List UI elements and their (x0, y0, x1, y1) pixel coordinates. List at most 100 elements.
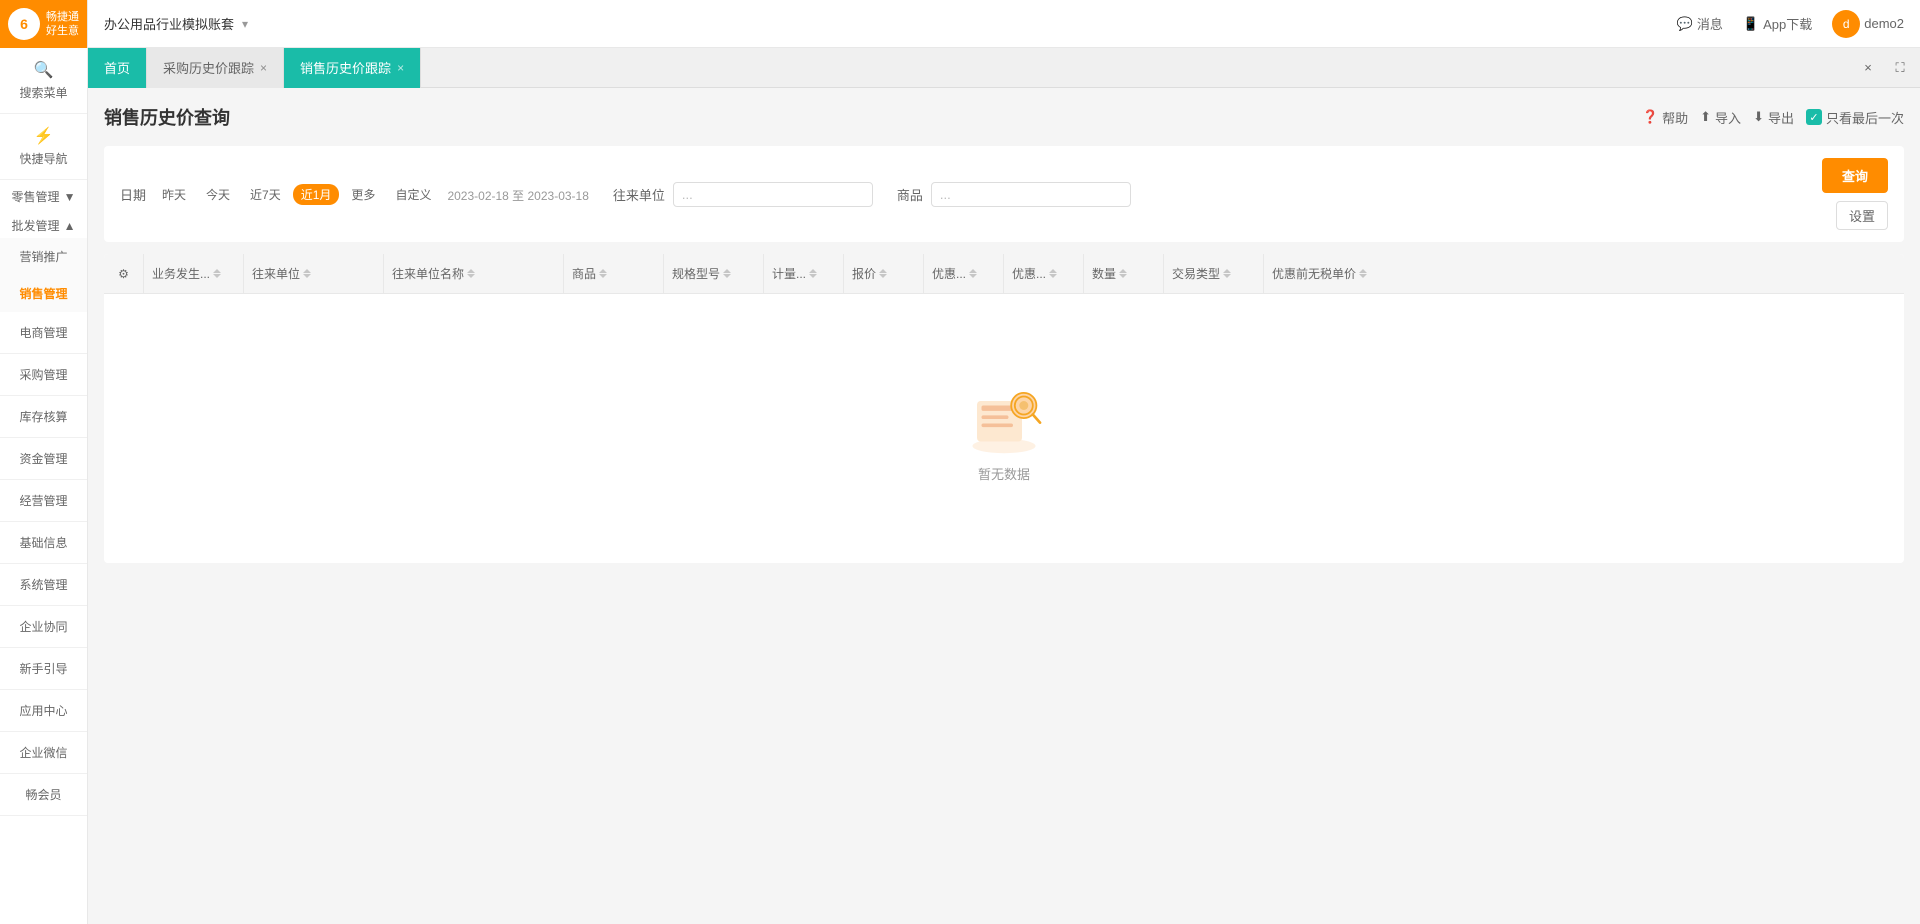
topbar-message-btn[interactable]: 💬 消息 (1677, 14, 1723, 33)
table-col-product[interactable]: 商品 (564, 254, 664, 293)
message-icon: 💬 (1677, 16, 1693, 32)
sort-arrows-quantity (1119, 269, 1127, 278)
sales-label: 销售管理 (19, 287, 67, 301)
unit-input-placeholder: ... (682, 187, 693, 202)
tab-sale-close[interactable]: × (397, 61, 404, 75)
appdownload-icon: 📱 (1743, 16, 1759, 32)
sidebar-item-purchase[interactable]: 采购管理 (0, 354, 87, 396)
table-col-spec[interactable]: 规格型号 (664, 254, 764, 293)
sidebar-logo: 6 畅捷通好生意 (0, 0, 87, 48)
table-col-date[interactable]: 业务发生... (144, 254, 244, 293)
col-discount1-label: 优惠... (932, 265, 966, 282)
table-col-pretax-price[interactable]: 优惠前无税单价 (1264, 254, 1904, 293)
table-col-trade-type[interactable]: 交易类型 (1164, 254, 1264, 293)
date-option-more[interactable]: 更多 (343, 184, 383, 205)
sidebar-item-finance[interactable]: 资金管理 (0, 438, 87, 480)
sidebar-item-basic-info[interactable]: 基础信息 (0, 522, 87, 564)
sidebar-item-management[interactable]: 经营管理 (0, 480, 87, 522)
sidebar-item-retail[interactable]: 零售管理 ▼ (0, 180, 87, 209)
topbar-title: 办公用品行业模拟账套 (104, 14, 234, 33)
table-col-discount2[interactable]: 优惠... (1004, 254, 1084, 293)
help-btn[interactable]: ❓ 帮助 (1642, 108, 1688, 127)
tab-fullscreen-btn[interactable]: ⛶ (1888, 56, 1912, 80)
quick-nav-icon: ⚡ (34, 126, 54, 146)
query-button[interactable]: 查询 (1822, 158, 1888, 193)
table-col-settings[interactable]: ⚙ (104, 254, 144, 293)
export-icon: ⬇ (1753, 109, 1764, 125)
table-col-price[interactable]: 报价 (844, 254, 924, 293)
sidebar-item-system[interactable]: 系统管理 (0, 564, 87, 606)
sidebar-item-inventory[interactable]: 库存核算 (0, 396, 87, 438)
date-option-1month[interactable]: 近1月 (293, 184, 340, 205)
topbar-left: 办公用品行业模拟账套 ▾ (104, 14, 248, 33)
system-label: 系统管理 (19, 576, 67, 593)
sidebar-item-member[interactable]: 畅会员 (0, 774, 87, 816)
topbar-user-btn[interactable]: d demo2 (1832, 10, 1904, 38)
filter-right-actions: 查询 设置 (1822, 158, 1888, 230)
empty-illustration-icon (959, 374, 1049, 464)
import-icon: ⬆ (1700, 109, 1711, 125)
topbar-appdownload-btn[interactable]: 📱 App下载 (1743, 14, 1812, 33)
col-quantity-label: 数量 (1092, 265, 1116, 282)
date-option-yesterday[interactable]: 昨天 (154, 184, 194, 205)
sidebar-item-search[interactable]: 🔍 搜索菜单 (0, 48, 87, 114)
sort-arrows-spec (723, 269, 731, 278)
product-input-placeholder: ... (940, 187, 951, 202)
export-btn[interactable]: ⬇ 导出 (1753, 108, 1794, 127)
filter-settings-button[interactable]: 设置 (1836, 201, 1888, 230)
tab-close-all-btn[interactable]: × (1856, 56, 1880, 80)
product-filter-label: 商品 (897, 185, 923, 204)
sidebar-item-label: 搜索菜单 (19, 84, 67, 101)
last-only-checkbox[interactable]: ✓ 只看最后一次 (1806, 108, 1904, 127)
table-col-unit-type[interactable]: 计量... (764, 254, 844, 293)
tab-home[interactable]: 首页 (88, 48, 147, 88)
management-label: 经营管理 (19, 492, 67, 509)
col-date-label: 业务发生... (152, 265, 210, 282)
table-col-unit-code[interactable]: 往来单位 (244, 254, 384, 293)
col-discount2-label: 优惠... (1012, 265, 1046, 282)
unit-filter-input[interactable]: ... (673, 182, 873, 207)
tab-purchase[interactable]: 采购历史价跟踪 × (147, 48, 284, 88)
date-option-custom[interactable]: 自定义 (387, 184, 439, 205)
product-filter-input[interactable]: ... (931, 182, 1131, 207)
sort-arrows-discount1 (969, 269, 977, 278)
search-icon: 🔍 (34, 60, 54, 80)
sidebar-item-wholesale[interactable]: 批发管理 ▲ (0, 209, 87, 238)
help-label: 帮助 (1662, 108, 1688, 127)
product-filter-group: 商品 ... (897, 182, 1131, 207)
page-title: 销售历史价查询 (104, 104, 230, 130)
tab-purchase-close[interactable]: × (260, 61, 267, 75)
message-label: 消息 (1697, 14, 1723, 33)
table-col-quantity[interactable]: 数量 (1084, 254, 1164, 293)
sidebar-item-collab[interactable]: 企业协同 (0, 606, 87, 648)
sort-arrows-unit-type (809, 269, 817, 278)
table-header: ⚙ 业务发生... 往来单位 往来单位名称 商品 (104, 254, 1904, 294)
sidebar-item-wechat[interactable]: 企业微信 (0, 732, 87, 774)
date-option-today[interactable]: 今天 (198, 184, 238, 205)
sidebar-item-guide[interactable]: 新手引导 (0, 648, 87, 690)
table-col-unit-name[interactable]: 往来单位名称 (384, 254, 564, 293)
tabbar-actions: × ⛶ (1856, 56, 1920, 80)
table-col-discount1[interactable]: 优惠... (924, 254, 1004, 293)
sidebar-item-app-center[interactable]: 应用中心 (0, 690, 87, 732)
sidebar-item-marketing[interactable]: 营销推广 (0, 238, 87, 275)
col-spec-label: 规格型号 (672, 265, 720, 282)
filter-bar: 日期 昨天 今天 近7天 近1月 更多 自定义 2023-02-18 至 202… (104, 146, 1904, 242)
finance-label: 资金管理 (19, 450, 67, 467)
sort-arrows-pretax-price (1359, 269, 1367, 278)
settings-icon: ⚙ (118, 267, 129, 281)
unit-filter-label: 往来单位 (613, 185, 665, 204)
date-range-display: 2023-02-18 至 2023-03-18 (447, 187, 588, 204)
purchase-label: 采购管理 (19, 366, 67, 383)
tab-home-label: 首页 (104, 58, 130, 77)
sidebar-item-ecommerce[interactable]: 电商管理 (0, 312, 87, 354)
date-option-7days[interactable]: 近7天 (242, 184, 289, 205)
tab-sale[interactable]: 销售历史价跟踪 × (284, 48, 421, 88)
col-price-label: 报价 (852, 265, 876, 282)
retail-label: 零售管理 (12, 188, 60, 205)
sort-arrows-trade-type (1223, 269, 1231, 278)
topbar-dropdown-btn[interactable]: ▾ (242, 17, 248, 31)
sidebar-item-quick-nav[interactable]: ⚡ 快捷导航 (0, 114, 87, 180)
sidebar-item-sales[interactable]: 销售管理 (0, 275, 87, 312)
import-btn[interactable]: ⬆ 导入 (1700, 108, 1741, 127)
